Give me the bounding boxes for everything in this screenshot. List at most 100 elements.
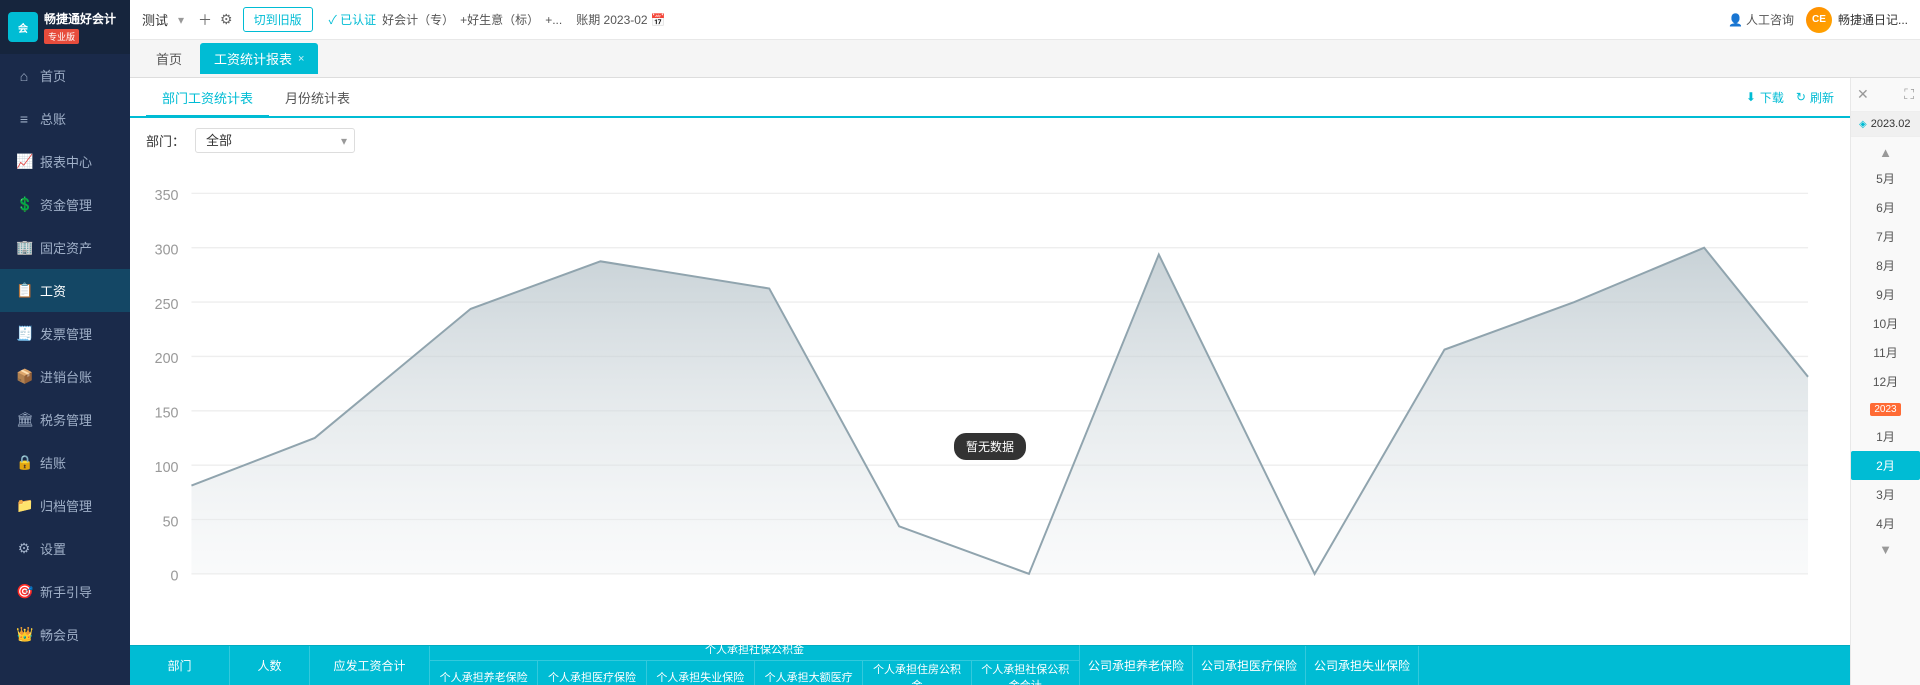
invoice-icon: 🧾 [16, 325, 32, 342]
sidebar-item-settings[interactable]: ⚙ 设置 [0, 527, 130, 570]
topbar-period-label: 账期 2023-02 📅 [576, 11, 666, 28]
tag3: +... [545, 13, 562, 27]
month-12[interactable]: 12月 [1851, 367, 1920, 396]
month-6[interactable]: 6月 [1851, 193, 1920, 222]
content-wrapper: 部门工资统计表 月份统计表 ⬇ 下载 ↻ 刷新 [130, 78, 1920, 685]
svg-text:100: 100 [155, 460, 179, 476]
col-count: 人数 [230, 646, 310, 685]
sidebar-item-salary[interactable]: 📋 工资 [0, 269, 130, 312]
col-dept: 部门 [130, 646, 230, 685]
col-company-unemployment: 公司承担失业保险 [1306, 646, 1419, 685]
month-8[interactable]: 8月 [1851, 251, 1920, 280]
tabbar: 首页 工资统计报表 × [130, 40, 1920, 78]
month-7[interactable]: 7月 [1851, 222, 1920, 251]
col-personal-housing: 个人承担住房公积金 [863, 661, 971, 685]
tag2: +好生意（标） [460, 11, 539, 28]
tab-close-icon[interactable]: × [298, 53, 304, 65]
user-menu[interactable]: CE 畅捷通日记... [1806, 7, 1908, 33]
topbar-add-icon[interactable]: ＋ [198, 10, 212, 30]
month-1[interactable]: 1月 [1851, 422, 1920, 451]
sidebar-item-assets[interactable]: 🏢 固定资产 [0, 226, 130, 269]
salary-icon: 📋 [16, 282, 32, 299]
sidebar-item-archive[interactable]: 📁 归档管理 [0, 484, 130, 527]
col-personal-pension: 个人承担养老保险 [430, 661, 538, 685]
nav-up-btn[interactable]: ▲ [1851, 141, 1920, 164]
sidebar: 会 畅捷通好会计 专业版 ⌂ 首页 ≡ 总账 📈 报表中心 💲 资金管理 🏢 固… [0, 0, 130, 685]
month-4[interactable]: 4月 [1851, 509, 1920, 538]
svg-text:350: 350 [155, 188, 179, 204]
subtab-actions: ⬇ 下载 ↻ 刷新 [1746, 89, 1834, 106]
col-group-personal: 个人承担社保公积金 个人承担养老保险 个人承担医疗保险 个人承担失业保险 个人承… [430, 638, 1080, 685]
right-panel-expand-btn[interactable]: ⛶ [1904, 86, 1914, 103]
sidebar-item-funds[interactable]: 💲 资金管理 [0, 183, 130, 226]
dept-select[interactable]: 全部 销售部 财务部 行政部 技术部 [195, 128, 355, 153]
help-icon: 👤 [1728, 13, 1743, 27]
svg-text:250: 250 [155, 297, 179, 313]
sidebar-item-ledger[interactable]: ≡ 总账 [0, 97, 130, 140]
content-area: 部门工资统计表 月份统计表 ⬇ 下载 ↻ 刷新 [130, 78, 1850, 685]
right-panel-header: ✕ ⛶ [1851, 78, 1920, 112]
svg-text:300: 300 [155, 242, 179, 258]
sales-icon: 📦 [16, 368, 32, 385]
sidebar-item-invoice[interactable]: 🧾 发票管理 [0, 312, 130, 355]
tax-icon: 🏛 [16, 411, 32, 428]
refresh-btn[interactable]: ↻ 刷新 [1796, 89, 1834, 106]
download-icon: ⬇ [1746, 90, 1756, 104]
right-panel-close-btn[interactable]: ✕ [1857, 86, 1869, 103]
member-icon: 👑 [16, 626, 32, 643]
sidebar-item-reports[interactable]: 📈 报表中心 [0, 140, 130, 183]
subtab-dept[interactable]: 部门工资统计表 [146, 80, 269, 117]
svg-text:50: 50 [163, 514, 179, 530]
certified-tag: ✓ 已认证 [329, 11, 377, 28]
topbar-right: 👤 人工咨询 CE 畅捷通日记... [1728, 7, 1908, 33]
home-tab-label: 首页 [156, 49, 182, 68]
sidebar-item-sales[interactable]: 📦 进销台账 [0, 355, 130, 398]
month-9[interactable]: 9月 [1851, 280, 1920, 309]
right-panel-nav: ▲ 5月 6月 7月 8月 9月 10月 11月 12月 2023 1月 2月 … [1851, 137, 1920, 565]
subtab-monthly[interactable]: 月份统计表 [269, 80, 366, 117]
col-personal-total: 个人承担社保公积金合计 [972, 661, 1079, 685]
svg-text:150: 150 [155, 405, 179, 421]
download-btn[interactable]: ⬇ 下载 [1746, 89, 1784, 106]
month-3[interactable]: 3月 [1851, 480, 1920, 509]
tab-home[interactable]: 首页 [142, 43, 196, 74]
year-badge-wrap: 2023 [1851, 396, 1920, 422]
month-10[interactable]: 10月 [1851, 309, 1920, 338]
svg-text:200: 200 [155, 351, 179, 367]
nav-down-btn[interactable]: ▼ [1851, 538, 1920, 561]
topbar-actions: ＋ ⚙ [198, 10, 233, 30]
month-11[interactable]: 11月 [1851, 338, 1920, 367]
switch-to-old-btn[interactable]: 切到旧版 [243, 7, 313, 32]
refresh-icon: ↻ [1796, 90, 1806, 104]
topbar: 测试 ▾ ＋ ⚙ 切到旧版 ✓ 已认证 好会计（专） +好生意（标） +... … [130, 0, 1920, 40]
assets-icon: 🏢 [16, 239, 32, 256]
main-area: 测试 ▾ ＋ ⚙ 切到旧版 ✓ 已认证 好会计（专） +好生意（标） +... … [130, 0, 1920, 685]
archive-icon: 📁 [16, 497, 32, 514]
reports-icon: 📈 [16, 153, 32, 170]
tab-salary-report[interactable]: 工资统计报表 × [200, 43, 318, 74]
chart-area: 350 300 250 200 150 100 50 0 [130, 163, 1850, 645]
help-btn[interactable]: 👤 人工咨询 [1728, 11, 1794, 28]
sidebar-item-close[interactable]: 🔒 结账 [0, 441, 130, 484]
funds-icon: 💲 [16, 196, 32, 213]
right-panel-date: ◈ 2023.02 [1851, 112, 1920, 137]
sidebar-item-member[interactable]: 👑 畅会员 [0, 613, 130, 656]
chart-container: 350 300 250 200 150 100 50 0 [146, 173, 1834, 645]
sidebar-item-guide[interactable]: 🎯 新手引导 [0, 570, 130, 613]
sidebar-logo: 会 畅捷通好会计 专业版 [0, 0, 130, 54]
col-personal-major-medical: 个人承担大额医疗 [755, 661, 863, 685]
topbar-dropdown-arrow[interactable]: ▾ [178, 13, 184, 27]
sidebar-item-home[interactable]: ⌂ 首页 [0, 54, 130, 97]
home-icon: ⌂ [16, 68, 32, 84]
username-label: 畅捷通日记... [1838, 11, 1908, 28]
sidebar-item-tax[interactable]: 🏛 税务管理 [0, 398, 130, 441]
svg-text:0: 0 [171, 568, 179, 584]
right-panel: ✕ ⛶ ◈ 2023.02 ▲ 5月 6月 7月 8月 9月 10月 11月 1… [1850, 78, 1920, 685]
topbar-settings-icon[interactable]: ⚙ [220, 11, 233, 28]
dept-filter-wrap: 全部 销售部 财务部 行政部 技术部 ▾ [195, 128, 355, 153]
month-2[interactable]: 2月 [1851, 451, 1920, 480]
date-icon: ◈ [1859, 119, 1867, 130]
col-personal-unemployment: 个人承担失业保险 [647, 661, 755, 685]
month-5[interactable]: 5月 [1851, 164, 1920, 193]
salary-tab-label: 工资统计报表 [214, 49, 292, 68]
